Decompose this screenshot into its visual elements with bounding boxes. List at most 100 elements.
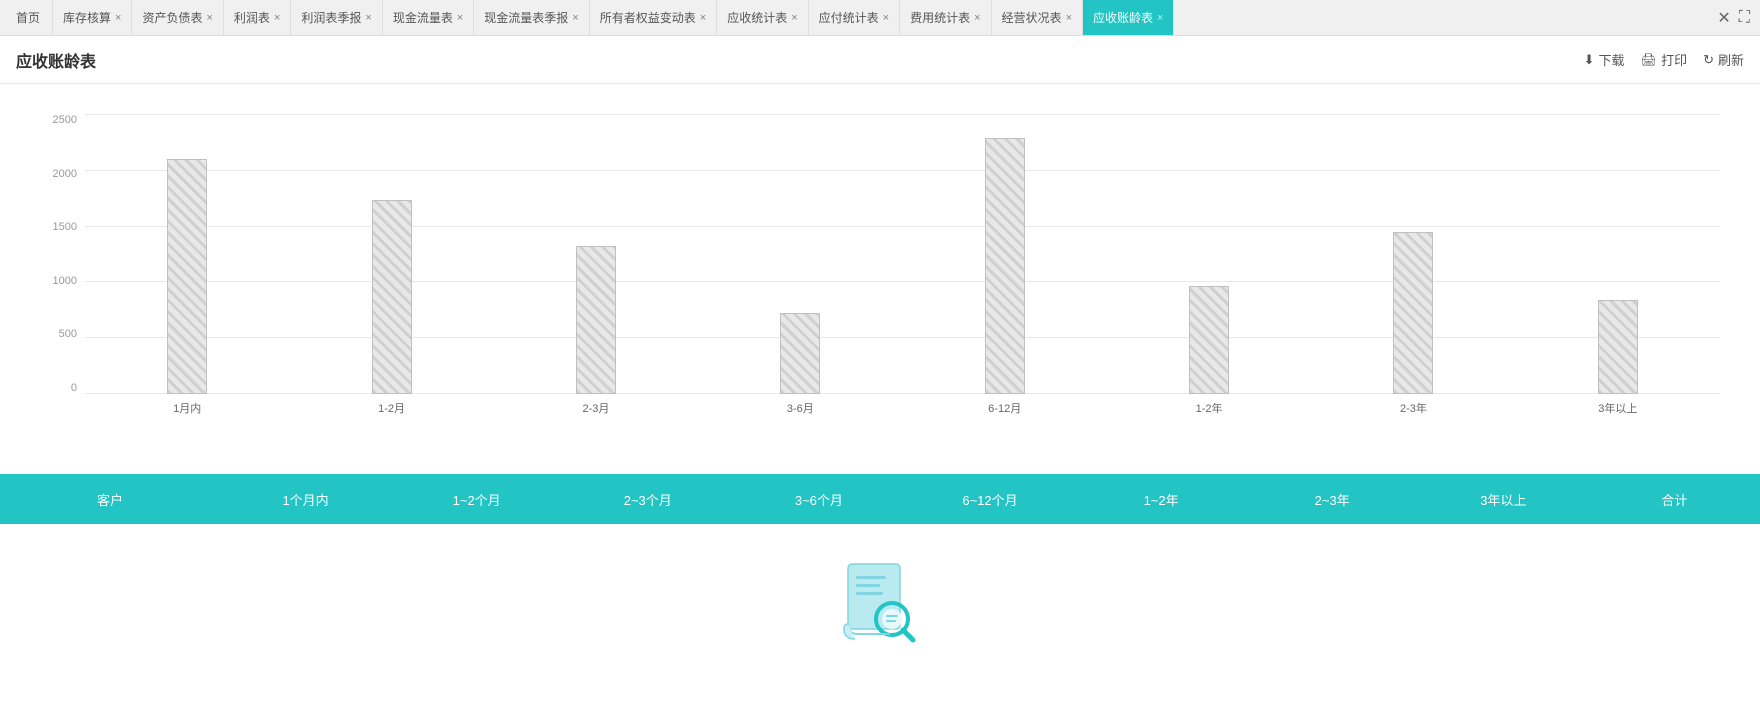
x-axis-label: 2-3年 <box>1311 400 1515 416</box>
refresh-icon: ↻ <box>1703 52 1714 68</box>
x-axis-label: 3-6月 <box>698 400 902 416</box>
x-axis-label: 2-3月 <box>494 400 698 416</box>
chart-plot: 1月内1-2月2-3月3-6月6-12月1-2年2-3年3年以上 <box>85 104 1720 424</box>
tab-label-income: 利润表 <box>234 9 270 26</box>
tab-label-cashflow-quarter: 现金流量表季报 <box>484 9 568 26</box>
tabs-container: 库存核算×资产负债表×利润表×利润表季报×现金流量表×现金流量表季报×所有者权益… <box>53 0 1174 36</box>
tab-close-cashflow-quarter[interactable]: × <box>572 12 578 24</box>
tab-close-business[interactable]: × <box>1066 12 1072 24</box>
bar-3-6月 <box>780 313 820 394</box>
tab-business[interactable]: 经营状况表 × <box>992 0 1083 36</box>
table-header-year1to2: 1~2年 <box>1076 490 1247 509</box>
tab-income-quarter[interactable]: 利润表季报 × <box>291 0 382 36</box>
bar-1月内 <box>167 159 207 394</box>
y-axis: 25002000150010005000 <box>40 114 85 394</box>
tab-close-income[interactable]: × <box>274 12 280 24</box>
tab-income[interactable]: 利润表 × <box>224 0 291 36</box>
table-header-month6to12: 6~12个月 <box>904 490 1075 509</box>
tab-label-ar-stat: 应收统计表 <box>727 9 787 26</box>
table-header-customer: 客户 <box>0 490 220 509</box>
bar-group-1月内 <box>85 114 289 394</box>
download-button[interactable]: ⬇ 下载 <box>1584 50 1625 69</box>
tab-close-equity[interactable]: × <box>700 12 706 24</box>
x-axis-label: 6-12月 <box>903 400 1107 416</box>
tab-ar-aging[interactable]: 应收账龄表 × <box>1083 0 1174 36</box>
tab-inventory[interactable]: 库存核算 × <box>53 0 132 36</box>
x-axis-label: 1-2月 <box>289 400 493 416</box>
tab-label-expense-stat: 费用统计表 <box>910 9 970 26</box>
bar-group-1-2月 <box>289 114 493 394</box>
y-axis-label: 2500 <box>53 114 77 126</box>
empty-illustration <box>830 554 930 654</box>
download-icon: ⬇ <box>1584 52 1595 68</box>
bar-group-3-6月 <box>698 114 902 394</box>
tab-ap-stat[interactable]: 应付统计表 × <box>809 0 900 36</box>
tab-close-ap-stat[interactable]: × <box>883 12 889 24</box>
tab-close-ar-stat[interactable]: × <box>791 12 797 24</box>
close-window-button[interactable]: ✕ <box>1717 8 1730 28</box>
tab-label-business: 经营状况表 <box>1002 9 1062 26</box>
tab-home[interactable]: 首页 <box>4 0 53 36</box>
download-label: 下载 <box>1599 50 1625 69</box>
print-label: 打印 <box>1661 50 1687 69</box>
bar-group-2-3年 <box>1311 114 1515 394</box>
bar-1-2年 <box>1189 286 1229 394</box>
x-labels: 1月内1-2月2-3月3-6月6-12月1-2年2-3年3年以上 <box>85 400 1720 416</box>
window-controls: ✕ ⛶ <box>1717 8 1756 28</box>
tab-close-ar-aging[interactable]: × <box>1157 12 1163 24</box>
tab-label-ar-aging: 应收账龄表 <box>1093 9 1153 26</box>
refresh-label: 刷新 <box>1718 50 1744 69</box>
tab-label-income-quarter: 利润表季报 <box>301 9 361 26</box>
page-title: 应收账龄表 <box>16 48 96 72</box>
tab-bar: 首页 库存核算×资产负债表×利润表×利润表季报×现金流量表×现金流量表季报×所有… <box>0 0 1760 36</box>
print-icon: 🖨 <box>1641 52 1658 68</box>
table-header-month2to3: 2~3个月 <box>562 490 733 509</box>
table-header-month1to2: 1~2个月 <box>391 490 562 509</box>
maximize-window-button[interactable]: ⛶ <box>1739 9 1750 27</box>
tab-expense-stat[interactable]: 费用统计表 × <box>900 0 991 36</box>
tab-close-income-quarter[interactable]: × <box>365 12 371 24</box>
table-header-year3plus: 3年以上 <box>1418 490 1589 509</box>
main-content: 25002000150010005000 1月内1-2月2-3月3-6月6-12… <box>0 84 1760 720</box>
y-axis-label: 500 <box>59 328 77 340</box>
bar-group-6-12月 <box>903 114 1107 394</box>
y-axis-label: 2000 <box>53 168 77 180</box>
chart-container: 25002000150010005000 1月内1-2月2-3月3-6月6-12… <box>40 104 1720 424</box>
tab-label-equity: 所有者权益变动表 <box>600 9 696 26</box>
bar-group-3年以上 <box>1516 114 1720 394</box>
chart-area: 25002000150010005000 1月内1-2月2-3月3-6月6-12… <box>0 84 1760 474</box>
tab-equity[interactable]: 所有者权益变动表 × <box>590 0 717 36</box>
bars-row <box>85 114 1720 394</box>
bar-group-2-3月 <box>494 114 698 394</box>
bar-2-3年 <box>1393 232 1433 394</box>
print-button[interactable]: 🖨 打印 <box>1641 50 1688 69</box>
refresh-button[interactable]: ↻ 刷新 <box>1703 50 1744 69</box>
tab-cashflow[interactable]: 现金流量表 × <box>383 0 474 36</box>
tab-home-label: 首页 <box>16 9 40 26</box>
y-axis-label: 0 <box>71 382 77 394</box>
tab-balance-sheet[interactable]: 资产负债表× <box>132 0 223 36</box>
tab-close-balance-sheet[interactable]: × <box>206 12 212 24</box>
table-header-total: 合计 <box>1589 490 1760 509</box>
table-header-year2to3: 2~3年 <box>1247 490 1418 509</box>
tab-ar-stat[interactable]: 应收统计表 × <box>717 0 808 36</box>
table-header-month3to6: 3~6个月 <box>733 490 904 509</box>
bar-2-3月 <box>576 246 616 395</box>
tab-close-expense-stat[interactable]: × <box>974 12 980 24</box>
tab-label-inventory: 库存核算 <box>63 9 111 26</box>
table-header: 客户1个月内1~2个月2~3个月3~6个月6~12个月1~2年2~3年3年以上合… <box>0 474 1760 524</box>
bar-6-12月 <box>985 138 1025 395</box>
empty-area <box>0 524 1760 720</box>
tab-label-ap-stat: 应付统计表 <box>819 9 879 26</box>
bar-3年以上 <box>1598 300 1638 395</box>
x-axis-label: 1-2年 <box>1107 400 1311 416</box>
tab-label-cashflow: 现金流量表 <box>393 9 453 26</box>
y-axis-label: 1000 <box>53 275 77 287</box>
empty-icon <box>830 554 930 654</box>
page-header: 应收账龄表 ⬇ 下载 🖨 打印 ↻ 刷新 <box>0 36 1760 84</box>
tab-close-inventory[interactable]: × <box>115 12 121 24</box>
table-header-month1: 1个月内 <box>220 490 391 509</box>
tab-cashflow-quarter[interactable]: 现金流量表季报 × <box>474 0 589 36</box>
bar-1-2月 <box>372 200 412 394</box>
tab-close-cashflow[interactable]: × <box>457 12 463 24</box>
